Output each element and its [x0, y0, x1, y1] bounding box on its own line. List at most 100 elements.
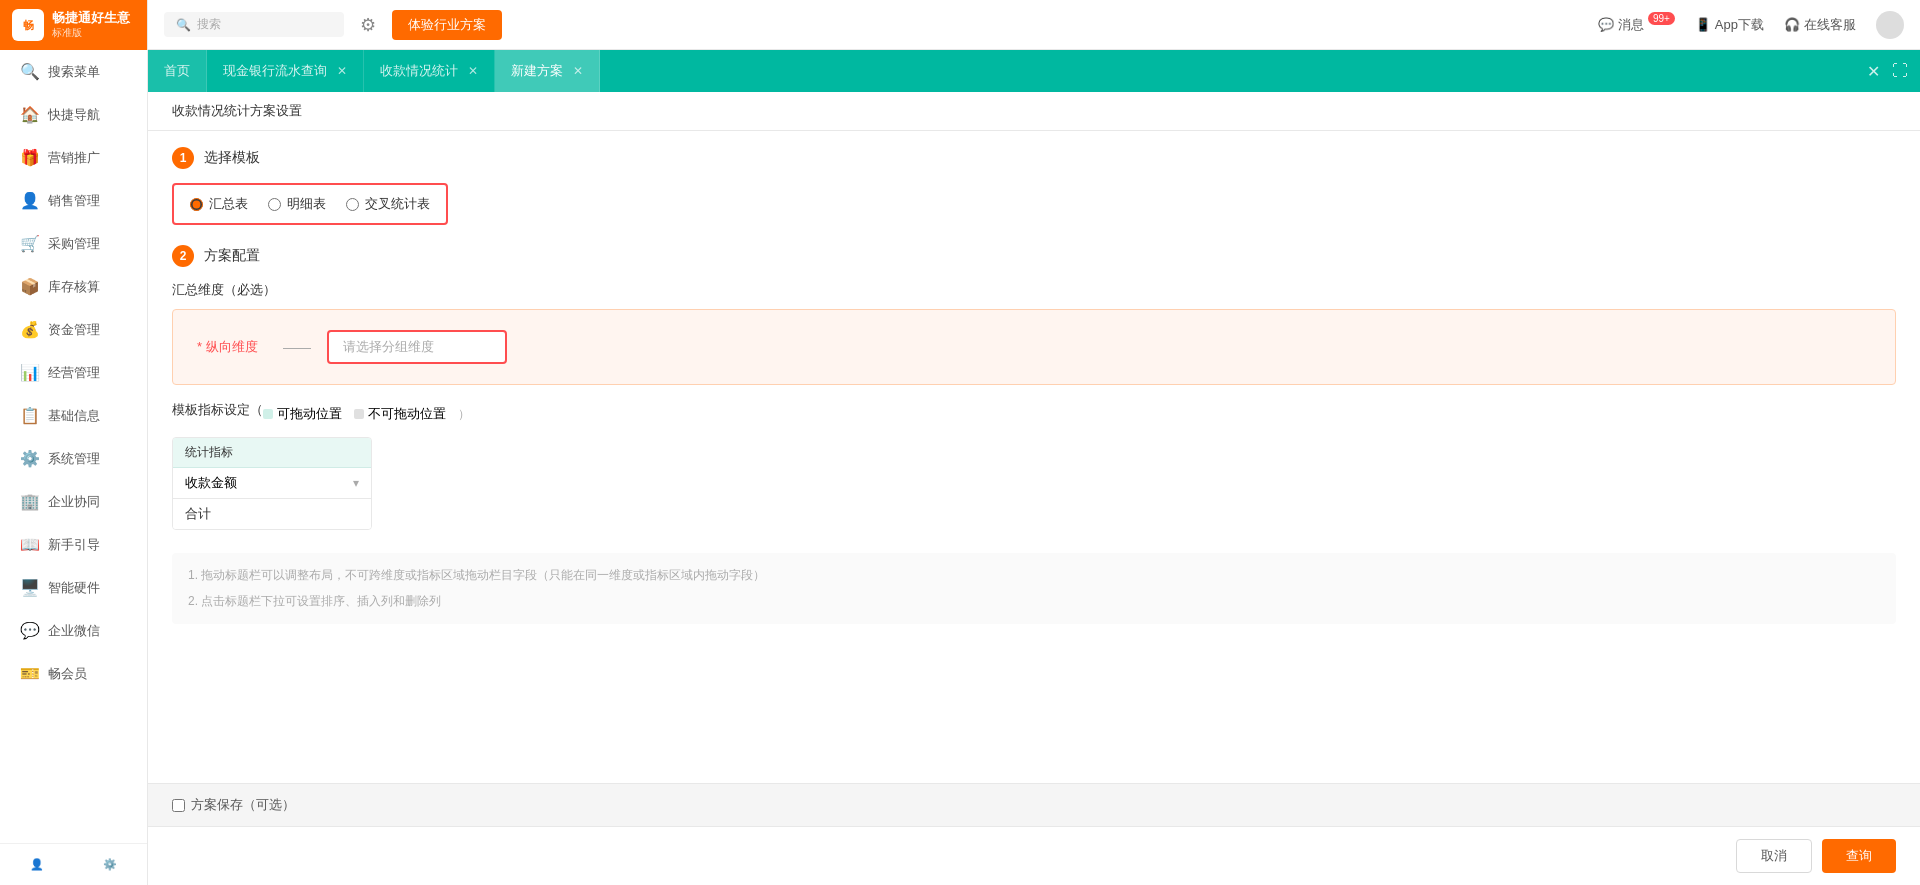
sidebar-item-wechat[interactable]: 💬 企业微信: [0, 609, 147, 652]
sidebar-item-hardware[interactable]: 🖥️ 智能硬件: [0, 566, 147, 609]
gear-icon[interactable]: ⚙: [360, 14, 376, 36]
industry-btn[interactable]: 体验行业方案: [392, 10, 502, 40]
metrics-table: 统计指标 收款金额 ▾ 合计: [172, 437, 372, 530]
tip1: 1. 拖动标题栏可以调整布局，不可跨维度或指标区域拖动栏目字段（只能在同一维度或…: [188, 565, 1880, 587]
sidebar-item-member[interactable]: 🎫 畅会员: [0, 652, 147, 695]
hint-close: ）: [458, 406, 470, 423]
sidebar-item-enterprise[interactable]: 🏢 企业协同: [0, 480, 147, 523]
tab-home[interactable]: 首页: [148, 50, 207, 92]
tab-new-plan[interactable]: 新建方案 ✕: [495, 50, 600, 92]
topbar: 🔍 搜索 ⚙ 体验行业方案 💬 消息 99+ 📱 App下载 🎧 在线客服: [148, 0, 1920, 50]
notification-item[interactable]: 💬 消息 99+: [1598, 16, 1675, 34]
notification-badge: 99+: [1648, 12, 1675, 25]
tab-new-plan-close[interactable]: ✕: [573, 64, 583, 78]
step2-section: 2 方案配置 汇总维度（必选） 纵向维度 —— 请选择分组维度: [172, 245, 1896, 624]
download-label: App下载: [1715, 16, 1764, 34]
step1-title: 选择模板: [204, 149, 260, 167]
search-icon: 🔍: [176, 18, 191, 32]
radio-cross[interactable]: 交叉统计表: [346, 195, 430, 213]
metrics-row-total: 合计: [173, 499, 371, 529]
sidebar-bottom-settings[interactable]: ⚙️: [97, 852, 123, 877]
sidebar-item-label: 基础信息: [48, 407, 100, 425]
hardware-icon: 🖥️: [20, 578, 38, 597]
tab-receipt-stats-close[interactable]: ✕: [468, 64, 478, 78]
page-title: 收款情况统计方案设置: [148, 92, 1920, 131]
radio-detail-input[interactable]: [268, 198, 281, 211]
footer-actions: 取消 查询: [148, 826, 1920, 885]
dimension-row: 纵向维度 —— 请选择分组维度: [197, 330, 1871, 364]
tab-close-all-btn[interactable]: ✕: [1867, 62, 1880, 81]
inventory-icon: 📦: [20, 277, 38, 296]
download-icon: 📱: [1695, 17, 1711, 32]
sidebar-bottom-user[interactable]: 👤: [24, 852, 50, 877]
topbar-search-box[interactable]: 🔍 搜索: [164, 12, 344, 37]
metrics-section: 模板指标设定（ 可拖动位置 不可拖动位置 ）: [172, 401, 1896, 533]
sidebar-menu: 🔍 搜索菜单 🏠 快捷导航 🎁 营销推广 👤 销售管理 🛒 采购管理 📦 库存核…: [0, 50, 147, 843]
sidebar-item-label: 快捷导航: [48, 106, 100, 124]
sidebar-item-label: 采购管理: [48, 235, 100, 253]
metrics-chevron-icon[interactable]: ▾: [353, 476, 359, 490]
notification-label: 消息: [1618, 16, 1644, 34]
service-item[interactable]: 🎧 在线客服: [1784, 16, 1856, 34]
step1-number: 1: [172, 147, 194, 169]
form-area: 1 选择模板 汇总表 明细表: [148, 131, 1920, 783]
tab-receipt-stats-label: 收款情况统计: [380, 62, 458, 80]
step1-header: 1 选择模板: [172, 147, 1896, 169]
save-option[interactable]: 方案保存（可选）: [172, 796, 295, 814]
sidebar-item-search-menu[interactable]: 🔍 搜索菜单: [0, 50, 147, 93]
radio-detail-label: 明细表: [287, 195, 326, 213]
main: 🔍 搜索 ⚙ 体验行业方案 💬 消息 99+ 📱 App下载 🎧 在线客服 首页: [148, 0, 1920, 885]
sidebar-logo: 畅 畅捷通好生意 标准版: [0, 0, 147, 50]
template-radio-group: 汇总表 明细表 交叉统计表: [190, 195, 430, 213]
sidebar-item-label: 经营管理: [48, 364, 100, 382]
tabbar: 首页 现金银行流水查询 ✕ 收款情况统计 ✕ 新建方案 ✕ ✕ ⛶: [148, 50, 1920, 92]
sidebar-item-marketing[interactable]: 🎁 营销推广: [0, 136, 147, 179]
sidebar-item-sales[interactable]: 👤 销售管理: [0, 179, 147, 222]
tab-home-label: 首页: [164, 62, 190, 80]
bottom-bar: 方案保存（可选）: [148, 783, 1920, 826]
draggable-label: 可拖动位置: [277, 405, 342, 423]
step2-number: 2: [172, 245, 194, 267]
sidebar: 畅 畅捷通好生意 标准版 🔍 搜索菜单 🏠 快捷导航 🎁 营销推广 👤 销售管理…: [0, 0, 148, 885]
dimension-select-placeholder: 请选择分组维度: [343, 339, 434, 354]
sidebar-item-basic-info[interactable]: 📋 基础信息: [0, 394, 147, 437]
tab-new-plan-label: 新建方案: [511, 62, 563, 80]
radio-summary[interactable]: 汇总表: [190, 195, 248, 213]
sidebar-item-inventory[interactable]: 📦 库存核算: [0, 265, 147, 308]
tab-receipt-stats[interactable]: 收款情况统计 ✕: [364, 50, 495, 92]
radio-cross-input[interactable]: [346, 198, 359, 211]
save-checkbox[interactable]: [172, 799, 185, 812]
drag-dot-draggable: [263, 409, 273, 419]
sidebar-item-capital[interactable]: 💰 资金管理: [0, 308, 147, 351]
sales-icon: 👤: [20, 191, 38, 210]
sidebar-item-management[interactable]: 📊 经营管理: [0, 351, 147, 394]
sidebar-item-label: 营销推广: [48, 149, 100, 167]
tab-expand-btn[interactable]: ⛶: [1892, 62, 1908, 80]
dimension-select[interactable]: 请选择分组维度: [327, 330, 507, 364]
service-icon: 🎧: [1784, 17, 1800, 32]
step1-section: 1 选择模板 汇总表 明细表: [172, 147, 1896, 225]
metrics-row-receipt[interactable]: 收款金额 ▾: [173, 468, 371, 499]
sidebar-item-system[interactable]: ⚙️ 系统管理: [0, 437, 147, 480]
radio-summary-input[interactable]: [190, 198, 203, 211]
service-label: 在线客服: [1804, 16, 1856, 34]
sidebar-item-label: 企业协同: [48, 493, 100, 511]
metrics-label: 模板指标设定（: [172, 401, 263, 419]
dimension-arrow: ——: [283, 339, 311, 355]
logo-text: 畅捷通好生意: [52, 10, 130, 26]
tab-bank-flow[interactable]: 现金银行流水查询 ✕: [207, 50, 364, 92]
logo-text-block: 畅捷通好生意 标准版: [52, 10, 130, 40]
query-button[interactable]: 查询: [1822, 839, 1896, 873]
draggable-hint: 可拖动位置: [263, 405, 342, 423]
sidebar-item-guide[interactable]: 📖 新手引导: [0, 523, 147, 566]
user-avatar[interactable]: [1876, 11, 1904, 39]
sidebar-item-purchase[interactable]: 🛒 采购管理: [0, 222, 147, 265]
sidebar-item-quick-nav[interactable]: 🏠 快捷导航: [0, 93, 147, 136]
template-box: 汇总表 明细表 交叉统计表: [172, 183, 448, 225]
topbar-right: 💬 消息 99+ 📱 App下载 🎧 在线客服: [1598, 11, 1904, 39]
tab-bank-flow-close[interactable]: ✕: [337, 64, 347, 78]
cancel-button[interactable]: 取消: [1736, 839, 1812, 873]
download-item[interactable]: 📱 App下载: [1695, 16, 1764, 34]
radio-detail[interactable]: 明细表: [268, 195, 326, 213]
enterprise-icon: 🏢: [20, 492, 38, 511]
